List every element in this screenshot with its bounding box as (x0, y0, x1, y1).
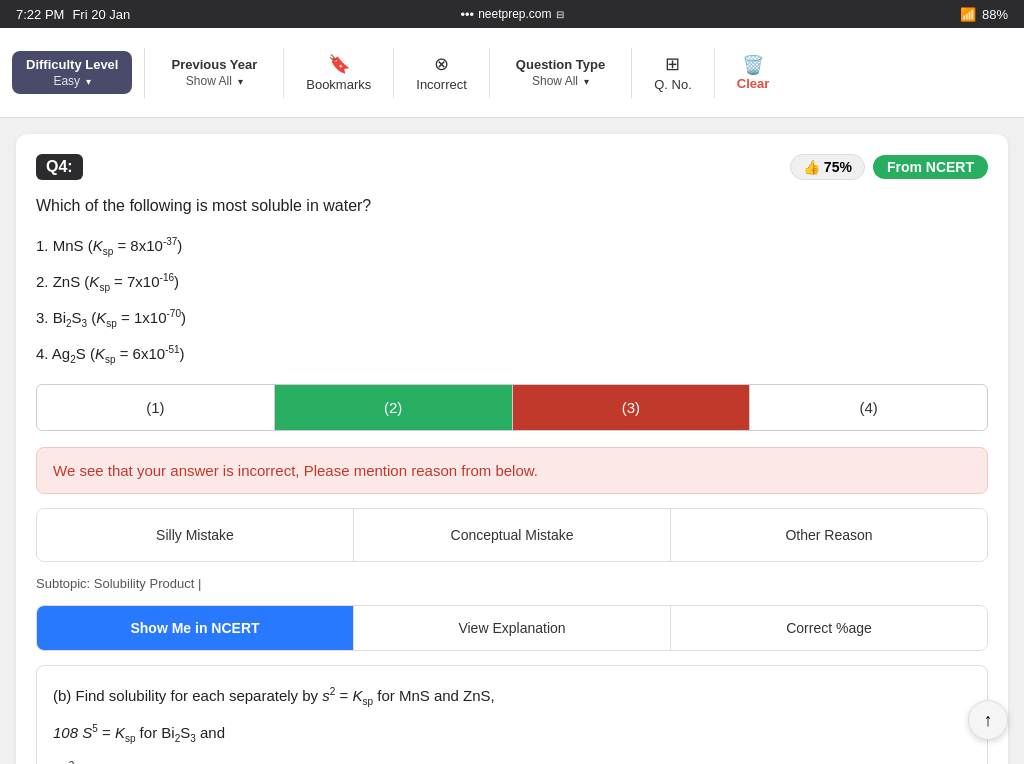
option-4: 4. Ag2S (Ksp = 6x10-51) (36, 342, 988, 368)
nav-divider-6 (714, 48, 715, 98)
view-explanation-tab[interactable]: View Explanation (354, 606, 671, 650)
clear-button[interactable]: 🗑️ Clear (727, 48, 780, 97)
status-bar-right: 📶 88% (960, 7, 1008, 22)
answer-option-2[interactable]: (2) (275, 385, 513, 430)
difficulty-label: Difficulty Level (26, 57, 118, 72)
answer-option-3[interactable]: (3) (513, 385, 751, 430)
explanation-line-1: (b) Find solubility for each separately … (53, 682, 971, 711)
question-header: Q4: 👍 75% From NCERT (36, 154, 988, 180)
question-number: Q4: (36, 154, 83, 180)
incorrect-icon: ⊗ (434, 53, 449, 75)
chevron-up-icon: ↑ (984, 710, 993, 731)
chevron-down-icon-3: ▾ (584, 76, 589, 87)
action-tabs: Show Me in NCERT View Explanation Correc… (36, 605, 988, 651)
percent-badge: 👍 75% (790, 154, 865, 180)
nav-divider-4 (489, 48, 490, 98)
answer-option-4[interactable]: (4) (750, 385, 987, 430)
difficulty-level-filter[interactable]: Difficulty Level Easy ▾ (12, 51, 132, 94)
bookmark-icon: 🔖 (328, 53, 350, 75)
nav-divider-3 (393, 48, 394, 98)
status-bar: 7:22 PM Fri 20 Jan ••• neetprep.com ⊟ 📶 … (0, 0, 1024, 28)
time-display: 7:22 PM (16, 7, 64, 22)
explanation-content: (b) Find solubility for each separately … (36, 665, 988, 764)
show-me-ncert-tab[interactable]: Show Me in NCERT (37, 606, 354, 650)
silly-mistake-button[interactable]: Silly Mistake (37, 509, 354, 561)
nav-divider-2 (283, 48, 284, 98)
qno-label: Q. No. (654, 77, 692, 92)
other-reason-button[interactable]: Other Reason (671, 509, 987, 561)
app-indicator: ⊟ (556, 9, 564, 20)
conceptual-mistake-button[interactable]: Conceptual Mistake (354, 509, 671, 561)
answer-bar: (1) (2) (3) (4) (36, 384, 988, 431)
previous-year-filter[interactable]: Previous Year Show All ▾ (157, 51, 271, 94)
previous-year-label: Previous Year (171, 57, 257, 72)
subtopic: Subtopic: Solubility Product | (36, 576, 988, 591)
ncert-badge: From NCERT (873, 155, 988, 179)
qno-button[interactable]: ⊞ Q. No. (644, 47, 702, 98)
explanation-line-2: 108 S5 = Ksp for Bi2S3 and (53, 719, 971, 748)
clear-label: Clear (737, 76, 770, 91)
subtopic-value: Solubility Product | (94, 576, 201, 591)
trash-icon: 🗑️ (742, 54, 764, 76)
nav-divider-1 (144, 48, 145, 98)
dots-icon: ••• (460, 7, 474, 22)
question-type-label: Question Type (516, 57, 605, 72)
chevron-down-icon-2: ▾ (238, 76, 243, 87)
reason-buttons: Silly Mistake Conceptual Mistake Other R… (36, 508, 988, 562)
nav-divider-5 (631, 48, 632, 98)
nav-bar: Difficulty Level Easy ▾ Previous Year Sh… (0, 28, 1024, 118)
question-card: Q4: 👍 75% From NCERT Which of the follow… (16, 134, 1008, 764)
answer-option-1[interactable]: (1) (37, 385, 275, 430)
explanation-line-3: 4s3 = Ksp for Ag2S. (53, 756, 971, 764)
difficulty-value: Easy (53, 74, 80, 88)
question-type-value: Show All (532, 74, 578, 88)
status-bar-left: 7:22 PM Fri 20 Jan (16, 7, 130, 22)
option-2: 2. ZnS (Ksp = 7x10-16) (36, 270, 988, 296)
grid-icon: ⊞ (665, 53, 680, 75)
thumbs-up-icon: 👍 (803, 159, 820, 175)
correct-percentage-tab[interactable]: Correct %age (671, 606, 987, 650)
option-3: 3. Bi2S3 (Ksp = 1x10-70) (36, 306, 988, 332)
incorrect-label: Incorrect (416, 77, 467, 92)
app-name: neetprep.com (478, 7, 551, 21)
chevron-down-icon: ▾ (86, 76, 91, 87)
scroll-to-top-button[interactable]: ↑ (968, 700, 1008, 740)
ncert-label: From NCERT (887, 159, 974, 175)
question-text: Which of the following is most soluble i… (36, 194, 988, 218)
badges-container: 👍 75% From NCERT (790, 154, 988, 180)
bookmarks-label: Bookmarks (306, 77, 371, 92)
wifi-icon: 📶 (960, 7, 976, 22)
main-content: Q4: 👍 75% From NCERT Which of the follow… (0, 118, 1024, 764)
incorrect-filter[interactable]: ⊗ Incorrect (406, 47, 477, 98)
battery-display: 88% (982, 7, 1008, 22)
bookmarks-button[interactable]: 🔖 Bookmarks (296, 47, 381, 98)
percent-value: 75% (824, 159, 852, 175)
option-1: 1. MnS (Ksp = 8x10-37) (36, 234, 988, 260)
previous-year-value: Show All (186, 74, 232, 88)
date-display: Fri 20 Jan (72, 7, 130, 22)
incorrect-message: We see that your answer is incorrect, Pl… (36, 447, 988, 494)
question-type-filter[interactable]: Question Type Show All ▾ (502, 51, 619, 94)
